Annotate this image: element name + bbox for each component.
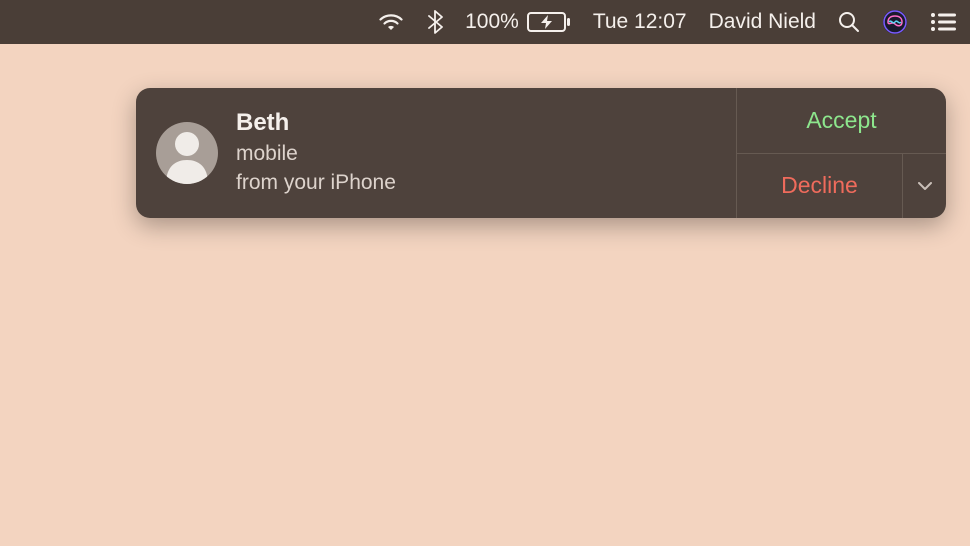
siri[interactable] — [882, 0, 908, 44]
decline-button[interactable]: Decline — [737, 154, 902, 219]
datetime[interactable]: Tue 12:07 — [593, 0, 687, 44]
wifi-icon — [377, 12, 405, 32]
notification-actions: Accept Decline — [736, 88, 946, 218]
search-icon — [838, 11, 860, 33]
battery-charging-icon — [527, 11, 571, 33]
accept-button[interactable]: Accept — [737, 88, 946, 154]
notification-info: Beth mobile from your iPhone — [136, 88, 736, 218]
siri-icon — [882, 9, 908, 35]
chevron-down-icon — [918, 182, 932, 190]
caller-avatar — [156, 122, 218, 184]
call-source: from your iPhone — [236, 169, 396, 196]
username[interactable]: David Nield — [709, 0, 816, 44]
person-silhouette-icon — [156, 122, 218, 184]
battery-percent-label: 100% — [465, 10, 519, 34]
decline-options-button[interactable] — [902, 154, 946, 219]
notification-center[interactable] — [930, 0, 956, 44]
caller-name: Beth — [236, 109, 396, 138]
list-icon — [930, 12, 956, 32]
battery-status[interactable]: 100% — [465, 0, 571, 44]
wifi-status[interactable] — [377, 0, 405, 44]
bluetooth-status[interactable] — [427, 0, 443, 44]
menubar: 100% Tue 12:07 David Nield — [0, 0, 970, 44]
spotlight-search[interactable] — [838, 0, 860, 44]
bluetooth-icon — [427, 9, 443, 35]
incoming-call-notification: Beth mobile from your iPhone Accept Decl… — [136, 88, 946, 218]
call-type: mobile — [236, 140, 396, 167]
